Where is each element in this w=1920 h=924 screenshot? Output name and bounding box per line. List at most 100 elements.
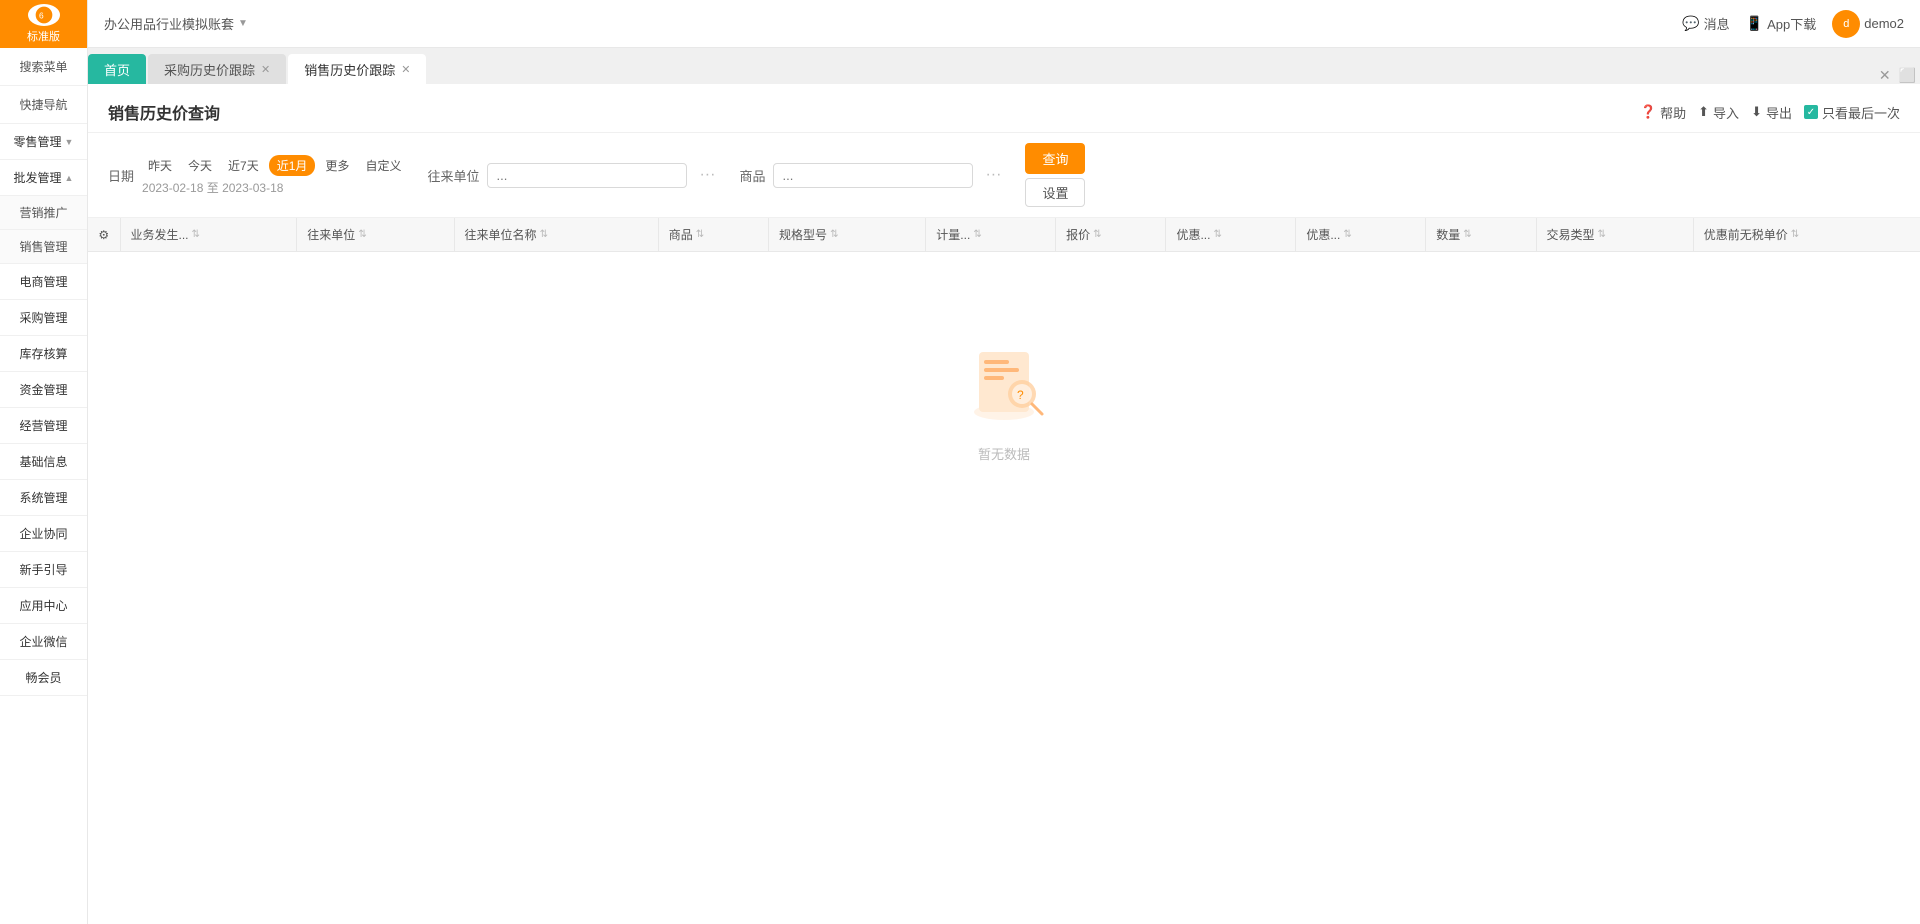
sidebar-item-finance[interactable]: 资金管理	[0, 372, 87, 408]
sidebar-item-wholesale[interactable]: 批发管理 ▲	[0, 160, 87, 196]
only-last-checkbox[interactable]: ✓ 只看最后一次	[1804, 103, 1900, 122]
topbar-right: 💬 消息 📱 App下载 d demo2	[1682, 10, 1904, 38]
logo-icon: 6	[28, 4, 60, 26]
sidebar-item-app-center[interactable]: 应用中心	[0, 588, 87, 624]
sidebar-item-system[interactable]: 系统管理	[0, 480, 87, 516]
th-spec[interactable]: 规格型号 ⇅	[769, 218, 926, 252]
app-logo: 6 标准版	[0, 0, 87, 48]
th-no-tax-price-label: 优惠前无税单价	[1704, 226, 1788, 243]
th-business-date-label: 业务发生...	[131, 226, 189, 243]
sidebar-item-label: 企业微信	[19, 633, 67, 650]
th-product[interactable]: 商品 ⇅	[658, 218, 768, 252]
help-label: 帮助	[1660, 103, 1686, 122]
sidebar-item-sales-mgmt[interactable]: 销售管理	[0, 230, 87, 264]
counterparty-label: 往来单位	[427, 166, 479, 185]
checkbox-icon: ✓	[1804, 105, 1818, 119]
sidebar-item-label: 快捷导航	[19, 96, 67, 113]
th-discount1[interactable]: 优惠... ⇅	[1166, 218, 1296, 252]
date-label: 日期	[108, 166, 134, 185]
th-counterparty-code[interactable]: 往来单位 ⇅	[297, 218, 454, 252]
company-dropdown[interactable]: 办公用品行业模拟账套 ▼	[104, 14, 248, 33]
sort-icon: ⇅	[192, 229, 200, 240]
help-button[interactable]: ❓ 帮助	[1640, 103, 1686, 122]
th-business-date[interactable]: 业务发生... ⇅	[120, 218, 297, 252]
date-btn-custom[interactable]: 自定义	[359, 155, 407, 176]
th-quantity-label: 数量	[1436, 226, 1460, 243]
sidebar-item-search[interactable]: 搜索菜单	[0, 48, 87, 86]
filter-bar: 日期 昨天 今天 近7天 近1月 更多 自定义 2023-02-18 至 202…	[88, 133, 1920, 218]
th-settings[interactable]: ⚙	[88, 218, 120, 252]
avatar: d	[1832, 10, 1860, 38]
sidebar-item-label: 经营管理	[19, 417, 67, 434]
svg-text:6: 6	[39, 10, 44, 20]
sidebar-item-operation[interactable]: 经营管理	[0, 408, 87, 444]
sidebar-item-label: 销售管理	[19, 238, 67, 255]
th-price[interactable]: 报价 ⇅	[1056, 218, 1166, 252]
sidebar-item-label: 企业协同	[19, 525, 67, 542]
sidebar-item-purchase[interactable]: 采购管理	[0, 300, 87, 336]
sidebar-item-member[interactable]: 畅会员	[0, 660, 87, 696]
company-name: 办公用品行业模拟账套	[104, 14, 234, 33]
sidebar-item-newbie[interactable]: 新手引导	[0, 552, 87, 588]
date-btn-yesterday[interactable]: 昨天	[142, 155, 178, 176]
counterparty-input[interactable]	[487, 163, 687, 188]
date-btn-7days[interactable]: 近7天	[222, 155, 265, 176]
app-download-btn[interactable]: 📱 App下载	[1746, 14, 1817, 33]
sidebar-item-inventory[interactable]: 库存核算	[0, 336, 87, 372]
sidebar-item-quick-nav[interactable]: 快捷导航	[0, 86, 87, 124]
sidebar: 6 标准版 搜索菜单 快捷导航 零售管理 ▼ 批发管理 ▲ 营销推广 销售管理 …	[0, 0, 88, 924]
th-unit[interactable]: 计量... ⇅	[926, 218, 1056, 252]
svg-text:?: ?	[1017, 388, 1024, 402]
app-download-label: App下载	[1767, 14, 1816, 33]
tab-sales-history[interactable]: 销售历史价跟踪 ✕	[288, 54, 426, 84]
query-button[interactable]: 查询	[1025, 143, 1085, 174]
th-transaction-type[interactable]: 交易类型 ⇅	[1536, 218, 1693, 252]
topbar: 办公用品行业模拟账套 ▼ 💬 消息 📱 App下载 d demo2	[88, 0, 1920, 48]
sidebar-item-basic[interactable]: 基础信息	[0, 444, 87, 480]
sidebar-item-label: 电商管理	[19, 273, 67, 290]
th-no-tax-price[interactable]: 优惠前无税单价 ⇅	[1693, 218, 1920, 252]
tab-purchase-history[interactable]: 采购历史价跟踪 ✕	[148, 54, 286, 84]
message-btn[interactable]: 💬 消息	[1682, 14, 1729, 33]
table-container: ⚙ 业务发生... ⇅ 往来单位 ⇅	[88, 218, 1920, 252]
date-btn-more[interactable]: 更多	[319, 155, 355, 176]
sort-icon: ⇅	[973, 229, 981, 240]
sidebar-item-retail[interactable]: 零售管理 ▼	[0, 124, 87, 160]
export-icon: ⬇	[1751, 104, 1762, 120]
sidebar-item-wechat[interactable]: 企业微信	[0, 624, 87, 660]
user-profile[interactable]: d demo2	[1832, 10, 1904, 38]
settings-button[interactable]: 设置	[1025, 178, 1085, 207]
sidebar-item-marketing[interactable]: 营销推广	[0, 196, 87, 230]
sidebar-item-label: 新手引导	[19, 561, 67, 578]
sort-icon: ⇅	[830, 229, 838, 240]
close-window-icon[interactable]: ✕	[1879, 67, 1891, 84]
sort-icon: ⇅	[696, 229, 704, 240]
th-quantity[interactable]: 数量 ⇅	[1426, 218, 1536, 252]
th-discount2[interactable]: 优惠... ⇅	[1296, 218, 1426, 252]
sort-icon: ⇅	[1598, 229, 1606, 240]
product-more-icon[interactable]: ···	[981, 166, 1005, 184]
th-spec-label: 规格型号	[779, 226, 827, 243]
import-button[interactable]: ⬆ 导入	[1698, 103, 1739, 122]
counterparty-more-icon[interactable]: ···	[695, 166, 719, 184]
product-input[interactable]	[773, 163, 973, 188]
sidebar-item-label: 应用中心	[19, 597, 67, 614]
tab-sales-close-icon[interactable]: ✕	[401, 63, 410, 76]
page-header-actions: ❓ 帮助 ⬆ 导入 ⬇ 导出 ✓ 只看最后一次	[1640, 103, 1900, 122]
date-btn-today[interactable]: 今天	[182, 155, 218, 176]
sort-icon: ⇅	[540, 229, 548, 240]
tab-home[interactable]: 首页	[88, 54, 146, 84]
main-area: 办公用品行业模拟账套 ▼ 💬 消息 📱 App下载 d demo2 首页	[88, 0, 1920, 924]
export-button[interactable]: ⬇ 导出	[1751, 103, 1792, 122]
empty-state: ? 暂无数据	[88, 252, 1920, 543]
maximize-window-icon[interactable]: ⬜	[1899, 67, 1916, 84]
only-last-label: 只看最后一次	[1822, 103, 1900, 122]
logo-text: 标准版	[27, 28, 60, 44]
th-counterparty-name[interactable]: 往来单位名称 ⇅	[454, 218, 658, 252]
sidebar-item-label: 搜索菜单	[19, 58, 67, 75]
tab-purchase-close-icon[interactable]: ✕	[261, 63, 270, 76]
query-actions: 查询 设置	[1025, 143, 1085, 207]
date-btn-1month[interactable]: 近1月	[269, 155, 316, 176]
sidebar-item-ecommerce[interactable]: 电商管理	[0, 264, 87, 300]
sidebar-item-enterprise[interactable]: 企业协同	[0, 516, 87, 552]
